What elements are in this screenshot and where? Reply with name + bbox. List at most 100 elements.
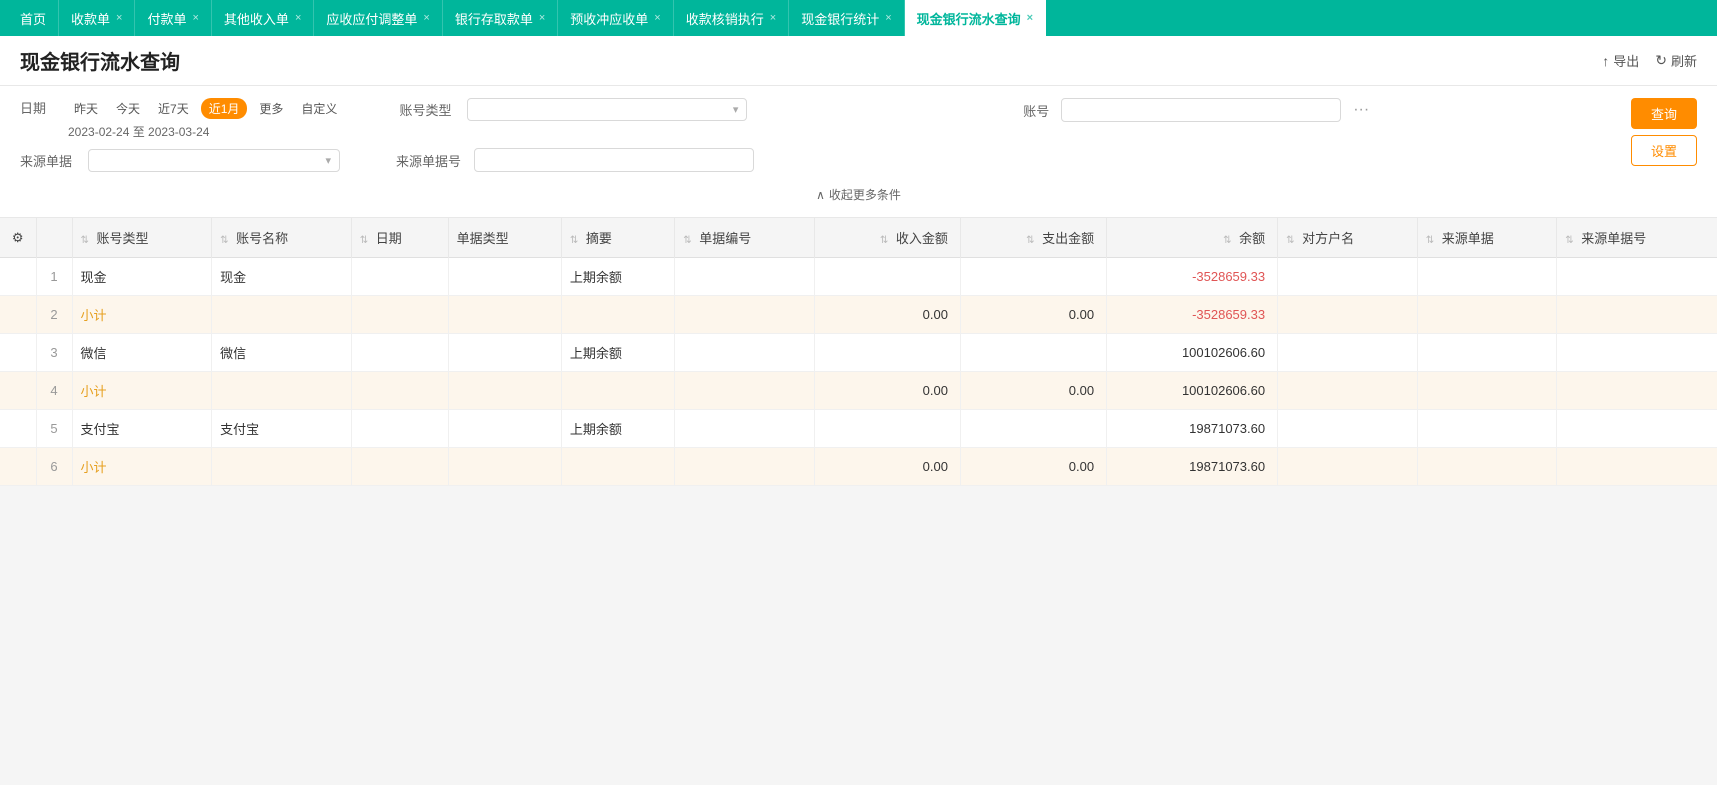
nav-item-ar-ap-adjust[interactable]: 应收应付调整单 × <box>314 0 442 36</box>
chevron-up-icon: ∧ <box>816 188 825 202</box>
export-button[interactable]: ↑ 导出 <box>1602 51 1639 70</box>
collapse-bar[interactable]: ∧ 收起更多条件 <box>20 180 1697 205</box>
cell-income: 0.00 <box>814 448 960 486</box>
col-doc-type: 单据类型 <box>448 218 561 258</box>
close-icon[interactable]: × <box>423 12 429 24</box>
account-input[interactable] <box>1061 98 1341 122</box>
cell-date <box>351 372 448 410</box>
close-icon[interactable]: × <box>116 12 122 24</box>
cell-doc-num <box>675 448 815 486</box>
cell-expense: 0.00 <box>960 448 1106 486</box>
nav-item-payment[interactable]: 付款单 × <box>135 0 211 36</box>
cell-summary: 上期余额 <box>561 410 674 448</box>
query-button[interactable]: 查询 <box>1631 98 1697 129</box>
row-number: 3 <box>36 334 72 372</box>
row-number: 4 <box>36 372 72 410</box>
cell-source-doc-num <box>1557 372 1717 410</box>
nav-item-prepayment[interactable]: 预收冲应收单 × <box>558 0 673 36</box>
sort-icon: ⇅ <box>1026 235 1034 246</box>
col-counterpart[interactable]: ⇅ 对方户名 <box>1278 218 1418 258</box>
cell-counterpart <box>1278 334 1418 372</box>
cell-summary <box>561 296 674 334</box>
col-doc-num[interactable]: ⇅ 单据编号 <box>675 218 815 258</box>
date-opt-1month[interactable]: 近1月 <box>201 98 248 119</box>
nav-item-cash-bank-stat[interactable]: 现金银行统计 × <box>789 0 904 36</box>
cell-account-name: 现金 <box>212 258 352 296</box>
cell-source-doc-num <box>1557 296 1717 334</box>
col-balance[interactable]: ⇅ 余额 <box>1107 218 1278 258</box>
account-type-select[interactable]: ▾ <box>467 98 747 121</box>
col-income[interactable]: ⇅ 收入金额 <box>814 218 960 258</box>
col-date[interactable]: ⇅ 日期 <box>351 218 448 258</box>
close-icon[interactable]: × <box>539 12 545 24</box>
date-options: 昨天 今天 近7天 近1月 更多 自定义 <box>68 98 343 119</box>
source-doc-num-label: 来源单据号 <box>396 151 466 170</box>
cell-account-type: 微信 <box>72 334 212 372</box>
account-type-label: 账号类型 <box>399 100 459 119</box>
cell-account-name: 微信 <box>212 334 352 372</box>
source-doc-num-input[interactable] <box>474 148 754 172</box>
source-doc-select[interactable]: ▾ <box>88 149 340 172</box>
page-header: 现金银行流水查询 ↑ 导出 ↻ 刷新 <box>0 36 1717 86</box>
date-opt-today[interactable]: 今天 <box>110 98 146 119</box>
table-row: 3微信微信上期余额100102606.60 <box>0 334 1717 372</box>
sort-icon: ⇅ <box>1426 235 1434 246</box>
cell-counterpart <box>1278 410 1418 448</box>
col-source-doc[interactable]: ⇅ 来源单据 <box>1417 218 1557 258</box>
cell-summary <box>561 448 674 486</box>
nav-item-bank-deposit[interactable]: 银行存取款单 × <box>443 0 558 36</box>
table-row: 1现金现金上期余额-3528659.33 <box>0 258 1717 296</box>
col-summary[interactable]: ⇅ 摘要 <box>561 218 674 258</box>
close-icon[interactable]: × <box>885 12 891 24</box>
nav-item-cash-bank-flow[interactable]: 现金银行流水查询 × <box>905 0 1046 36</box>
close-icon[interactable]: × <box>654 12 660 24</box>
sort-icon: ⇅ <box>683 235 691 246</box>
cell-source-doc <box>1417 296 1557 334</box>
row-gear-cell <box>0 448 36 486</box>
refresh-button[interactable]: ↻ 刷新 <box>1655 51 1697 70</box>
close-icon[interactable]: × <box>295 12 301 24</box>
cell-expense <box>960 258 1106 296</box>
cell-counterpart <box>1278 448 1418 486</box>
cell-doc-num <box>675 296 815 334</box>
more-dots-icon[interactable]: ··· <box>1353 101 1369 119</box>
cell-doc-num <box>675 372 815 410</box>
nav-home[interactable]: 首页 <box>8 0 59 36</box>
cell-source-doc-num <box>1557 334 1717 372</box>
cell-source-doc-num <box>1557 448 1717 486</box>
col-account-type[interactable]: ⇅ 账号类型 <box>72 218 212 258</box>
col-account-name[interactable]: ⇅ 账号名称 <box>212 218 352 258</box>
cell-account-type: 小计 <box>72 448 212 486</box>
close-icon[interactable]: × <box>192 12 198 24</box>
date-opt-custom[interactable]: 自定义 <box>295 98 343 119</box>
cell-account-type: 小计 <box>72 372 212 410</box>
setting-button[interactable]: 设置 <box>1631 135 1697 166</box>
cell-account-name <box>212 448 352 486</box>
cell-doc-type <box>448 334 561 372</box>
date-opt-more[interactable]: 更多 <box>253 98 289 119</box>
gear-icon[interactable]: ⚙ <box>12 230 24 245</box>
cell-doc-num <box>675 410 815 448</box>
row-gear-cell <box>0 372 36 410</box>
cell-date <box>351 296 448 334</box>
cell-date <box>351 334 448 372</box>
date-opt-7days[interactable]: 近7天 <box>152 98 195 119</box>
table-container: ⚙ ⇅ 账号类型 ⇅ 账号名称 ⇅ 日期 单据类型 <box>0 218 1717 486</box>
col-expense[interactable]: ⇅ 支出金额 <box>960 218 1106 258</box>
cell-income <box>814 410 960 448</box>
subtotal-label: 小计 <box>81 384 107 399</box>
col-source-doc-num[interactable]: ⇅ 来源单据号 <box>1557 218 1717 258</box>
close-icon[interactable]: × <box>770 12 776 24</box>
nav-item-receipt[interactable]: 收款单 × <box>59 0 135 36</box>
sort-icon: ⇅ <box>360 235 368 246</box>
nav-item-receipt-verify[interactable]: 收款核销执行 × <box>674 0 789 36</box>
cell-income: 0.00 <box>814 296 960 334</box>
export-icon: ↑ <box>1602 53 1609 69</box>
close-icon[interactable]: × <box>1027 12 1033 24</box>
cell-summary <box>561 372 674 410</box>
date-opt-yesterday[interactable]: 昨天 <box>68 98 104 119</box>
cell-source-doc <box>1417 372 1557 410</box>
nav-item-other-income[interactable]: 其他收入单 × <box>212 0 314 36</box>
cell-source-doc <box>1417 258 1557 296</box>
cell-balance: 100102606.60 <box>1107 372 1278 410</box>
